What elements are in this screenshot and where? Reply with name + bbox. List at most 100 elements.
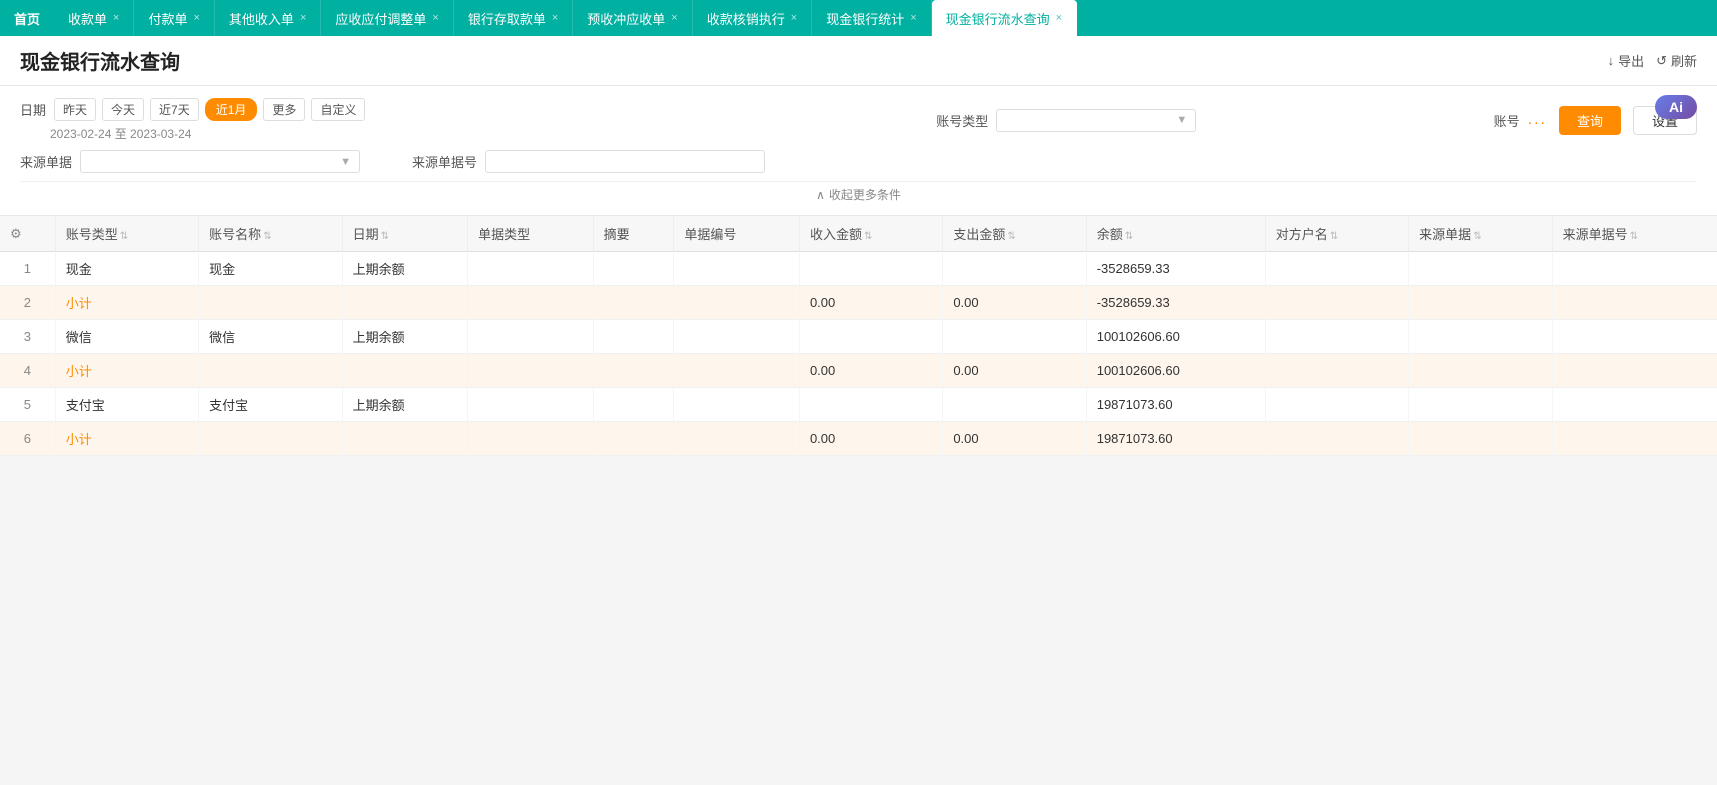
col-header-col-counterparty[interactable]: 对方户名⇅ [1265, 216, 1408, 252]
col-header-col-account-name[interactable]: 账号名称⇅ [199, 216, 342, 252]
sort-icon: ⇅ [263, 231, 271, 242]
refresh-icon: ↺ [1656, 53, 1667, 69]
ai-label: Ai [1669, 99, 1683, 115]
cell-account_name [199, 422, 342, 456]
filter-row-2: 来源单据 ▼ 来源单据号 [20, 150, 1697, 173]
cell-source_doc_no [1552, 422, 1717, 456]
account-type-select[interactable]: ▼ [996, 109, 1196, 132]
cell-expense [943, 252, 1086, 286]
col-header-col-account-type[interactable]: 账号类型⇅ [55, 216, 198, 252]
source-doc-value [89, 154, 93, 169]
data-table: ⚙账号类型⇅账号名称⇅日期⇅单据类型摘要单据编号收入金额⇅支出金额⇅余额⇅对方户… [0, 216, 1717, 456]
account-ellipsis[interactable]: ... [1528, 111, 1547, 129]
col-header-col-date[interactable]: 日期⇅ [342, 216, 468, 252]
cell-source_doc [1409, 422, 1552, 456]
date-shortcut-custom[interactable]: 自定义 [311, 98, 365, 121]
date-shortcut-today[interactable]: 今天 [102, 98, 144, 121]
cell-account_name: 微信 [199, 320, 342, 354]
nav-tab-close[interactable]: × [791, 12, 797, 24]
cell-account_type: 小计 [55, 286, 198, 320]
cell-balance: -3528659.33 [1086, 286, 1265, 320]
nav-tab-tab-liushui[interactable]: 现金银行流水查询× [932, 0, 1077, 36]
cell-balance: 19871073.60 [1086, 422, 1265, 456]
cell-date: 上期余额 [342, 320, 468, 354]
cell-doc_no [674, 388, 800, 422]
page-title: 现金银行流水查询 [20, 46, 180, 75]
cell-account_name [199, 286, 342, 320]
account-label: 账号 [1494, 111, 1520, 130]
nav-tab-close[interactable]: × [671, 12, 677, 24]
header-actions: ↓ 导出 ↺ 刷新 [1608, 51, 1697, 70]
date-shortcut-yesterday[interactable]: 昨天 [54, 98, 96, 121]
cell-expense: 0.00 [943, 422, 1086, 456]
cell-doc_type [468, 388, 594, 422]
nav-tab-close[interactable]: × [552, 12, 558, 24]
date-shortcut-month[interactable]: 近1月 [205, 98, 258, 121]
col-header-col-doc-no: 单据编号 [674, 216, 800, 252]
cell-counterparty [1265, 252, 1408, 286]
account-filter: 账号 ... [1494, 111, 1547, 130]
col-header-col-balance[interactable]: 余额⇅ [1086, 216, 1265, 252]
account-type-label: 账号类型 [936, 111, 988, 130]
nav-tab-close[interactable]: × [432, 12, 438, 24]
source-doc-no-input[interactable] [485, 150, 765, 173]
nav-tab-tab-yingshouliu[interactable]: 应收应付调整单× [321, 0, 453, 36]
cell-account_type: 现金 [55, 252, 198, 286]
cell-account_name [199, 354, 342, 388]
collapse-filter-btn[interactable]: ∧ 收起更多条件 [20, 181, 1697, 207]
sort-icon: ⇅ [864, 231, 872, 242]
cell-num: 4 [0, 354, 55, 388]
date-shortcuts: 昨天今天近7天近1月更多自定义 [54, 98, 365, 121]
nav-tab-tab-fukuan[interactable]: 付款单× [134, 0, 214, 36]
cell-num: 3 [0, 320, 55, 354]
cell-account_type: 微信 [55, 320, 198, 354]
col-header-col-expense[interactable]: 支出金额⇅ [943, 216, 1086, 252]
export-button[interactable]: ↓ 导出 [1608, 51, 1645, 70]
nav-tab-tab-shoukuanhexiao[interactable]: 收款核销执行× [693, 0, 812, 36]
cell-source_doc [1409, 320, 1552, 354]
sort-icon: ⇅ [1125, 231, 1133, 242]
nav-tab-tab-shoukuan[interactable]: 收款单 × [54, 0, 134, 36]
cell-summary [593, 320, 674, 354]
nav-tab-label: 收款单 [68, 9, 107, 28]
ai-badge[interactable]: Ai [1655, 95, 1697, 119]
cell-source_doc_no [1552, 354, 1717, 388]
cell-doc_no [674, 422, 800, 456]
col-header-col-source-doc[interactable]: 来源单据⇅ [1409, 216, 1552, 252]
table-row: 2小计0.000.00-3528659.33 [0, 286, 1717, 320]
cell-doc_no [674, 354, 800, 388]
cell-expense: 0.00 [943, 286, 1086, 320]
nav-tab-close[interactable]: × [193, 12, 199, 24]
account-type-arrow: ▼ [1176, 114, 1187, 126]
col-header-col-source-doc-no[interactable]: 来源单据号⇅ [1552, 216, 1717, 252]
nav-tab-label: 银行存取款单 [468, 9, 546, 28]
cell-num: 5 [0, 388, 55, 422]
cell-date [342, 286, 468, 320]
source-doc-arrow: ▼ [340, 156, 351, 168]
nav-home[interactable]: 首页 [0, 0, 54, 36]
nav-tab-close[interactable]: × [300, 12, 306, 24]
query-button[interactable]: 查询 [1559, 106, 1621, 135]
sort-icon: ⇅ [1330, 231, 1338, 242]
cell-doc_no [674, 286, 800, 320]
nav-tab-tab-yushou[interactable]: 预收冲应收单× [573, 0, 692, 36]
nav-tab-close[interactable]: × [1056, 12, 1062, 24]
date-shortcut-week[interactable]: 近7天 [150, 98, 199, 121]
col-header-col-income[interactable]: 收入金额⇅ [799, 216, 942, 252]
cell-summary [593, 388, 674, 422]
nav-tab-tab-yinhang[interactable]: 银行存取款单 × [454, 0, 573, 36]
cell-balance: 100102606.60 [1086, 354, 1265, 388]
nav-tab-close[interactable]: × [113, 12, 119, 24]
col-header-col-summary: 摘要 [593, 216, 674, 252]
refresh-button[interactable]: ↺ 刷新 [1656, 51, 1697, 70]
nav-tab-close[interactable]: × [910, 12, 916, 24]
nav-tab-tab-qita[interactable]: 其他收入单× [215, 0, 321, 36]
cell-source_doc [1409, 286, 1552, 320]
source-doc-select[interactable]: ▼ [80, 150, 360, 173]
table-settings-icon[interactable]: ⚙ [10, 226, 22, 241]
sort-icon: ⇅ [120, 231, 128, 242]
nav-home-label: 首页 [14, 9, 40, 28]
date-shortcut-more[interactable]: 更多 [263, 98, 305, 121]
table-row: 5支付宝支付宝上期余额19871073.60 [0, 388, 1717, 422]
nav-tab-tab-xianjintongji[interactable]: 现金银行统计× [812, 0, 931, 36]
